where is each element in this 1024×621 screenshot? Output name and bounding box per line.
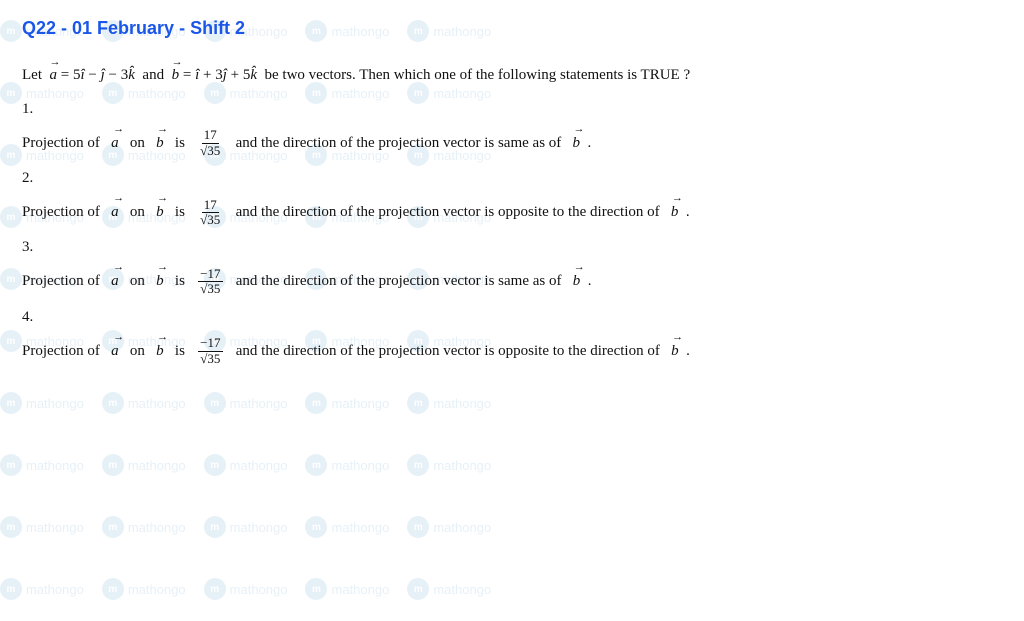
question-body: Let →a = 5î − ĵ − 3k̂ and →b = î + 3ĵ + … [22,53,1002,89]
option-4-text: Projection of →a on →b is −17 √35 and th… [22,328,1002,366]
fraction-3: −17 √35 [198,267,222,297]
vector-a-symbol: →a [50,67,58,83]
option-1-text: Projection of →a on →b is 17 √35 and the… [22,120,1002,158]
option-2-text: Projection of →a on →b is 17 √35 and the… [22,189,1002,227]
main-content: Q22 - 01 February - Shift 2 Let →a = 5î … [0,0,1024,384]
option-1-number: 1. [22,101,1002,118]
fraction-4: −17 √35 [198,336,222,366]
fraction-1: 17 √35 [198,128,222,158]
option-2-number: 2. [22,170,1002,187]
question-title: Q22 - 01 February - Shift 2 [22,18,1002,39]
fraction-2: 17 √35 [198,198,222,228]
option-4-number: 4. [22,309,1002,326]
option-3-text: Projection of →a on →b is −17 √35 and th… [22,258,1002,296]
option-3-number: 3. [22,239,1002,256]
